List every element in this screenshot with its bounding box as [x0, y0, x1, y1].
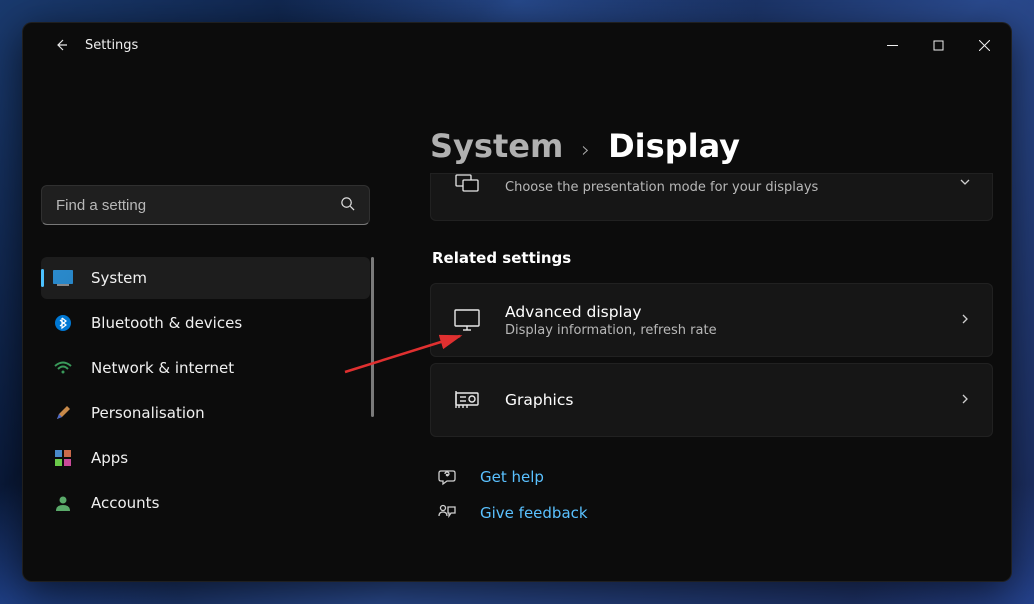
chevron-right-icon: [958, 311, 972, 330]
help-icon: [436, 467, 458, 487]
sidebar-item-network[interactable]: Network & internet: [41, 347, 370, 389]
monitor-icon: [453, 309, 481, 331]
help-links: Get help Give feedback: [430, 467, 993, 523]
link-label: Get help: [480, 468, 544, 486]
feedback-icon: [436, 503, 458, 523]
card-multiple-displays[interactable]: Choose the presentation mode for your di…: [430, 173, 993, 221]
nav: System Bluetooth & devices Network & int…: [41, 257, 370, 524]
card-subtitle: Choose the presentation mode for your di…: [505, 180, 934, 195]
card-subtitle: Display information, refresh rate: [505, 323, 934, 338]
chevron-right-icon: ›: [581, 138, 590, 163]
sidebar-scrollbar[interactable]: [371, 257, 374, 417]
card-advanced-display[interactable]: Advanced display Display information, re…: [430, 283, 993, 357]
search-icon: [340, 196, 355, 215]
app-title: Settings: [85, 38, 138, 53]
window-controls: [869, 29, 1007, 61]
search-box[interactable]: [41, 185, 370, 225]
wifi-icon: [53, 358, 73, 378]
minimize-button[interactable]: [869, 29, 915, 61]
close-icon: [979, 40, 990, 51]
apps-icon: [53, 448, 73, 468]
sidebar-item-bluetooth[interactable]: Bluetooth & devices: [41, 302, 370, 344]
sidebar-item-label: Apps: [91, 449, 128, 467]
link-get-help[interactable]: Get help: [430, 467, 993, 487]
breadcrumb-parent[interactable]: System: [430, 127, 563, 165]
arrow-left-icon: [53, 37, 69, 53]
displays-icon: [453, 174, 481, 194]
sidebar: System Bluetooth & devices Network & int…: [23, 67, 388, 581]
minimize-icon: [887, 40, 898, 51]
sidebar-item-label: System: [91, 269, 147, 287]
sidebar-item-label: Personalisation: [91, 404, 205, 422]
gpu-icon: [453, 390, 481, 410]
maximize-button[interactable]: [915, 29, 961, 61]
chevron-right-icon: [958, 391, 972, 410]
link-label: Give feedback: [480, 504, 588, 522]
titlebar: Settings: [23, 23, 1011, 67]
link-give-feedback[interactable]: Give feedback: [430, 503, 993, 523]
card-title: Graphics: [505, 391, 934, 409]
paintbrush-icon: [53, 403, 73, 423]
system-icon: [53, 268, 73, 288]
close-button[interactable]: [961, 29, 1007, 61]
chevron-down-icon: [958, 174, 972, 193]
sidebar-item-accounts[interactable]: Accounts: [41, 482, 370, 524]
bluetooth-icon: [53, 313, 73, 333]
maximize-icon: [933, 40, 944, 51]
search-input[interactable]: [56, 197, 340, 214]
sidebar-item-personalisation[interactable]: Personalisation: [41, 392, 370, 434]
person-icon: [53, 493, 73, 513]
settings-window: Settings: [22, 22, 1012, 582]
card-graphics[interactable]: Graphics: [430, 363, 993, 437]
section-heading: Related settings: [432, 249, 993, 267]
main-content: System › Display Choose the presentation…: [388, 67, 1011, 581]
sidebar-item-label: Network & internet: [91, 359, 234, 377]
breadcrumb-current: Display: [608, 127, 740, 165]
sidebar-item-system[interactable]: System: [41, 257, 370, 299]
sidebar-item-label: Bluetooth & devices: [91, 314, 242, 332]
sidebar-item-label: Accounts: [91, 494, 159, 512]
back-button[interactable]: [41, 25, 81, 65]
sidebar-item-apps[interactable]: Apps: [41, 437, 370, 479]
card-title: Advanced display: [505, 303, 934, 321]
breadcrumb: System › Display: [430, 127, 993, 165]
